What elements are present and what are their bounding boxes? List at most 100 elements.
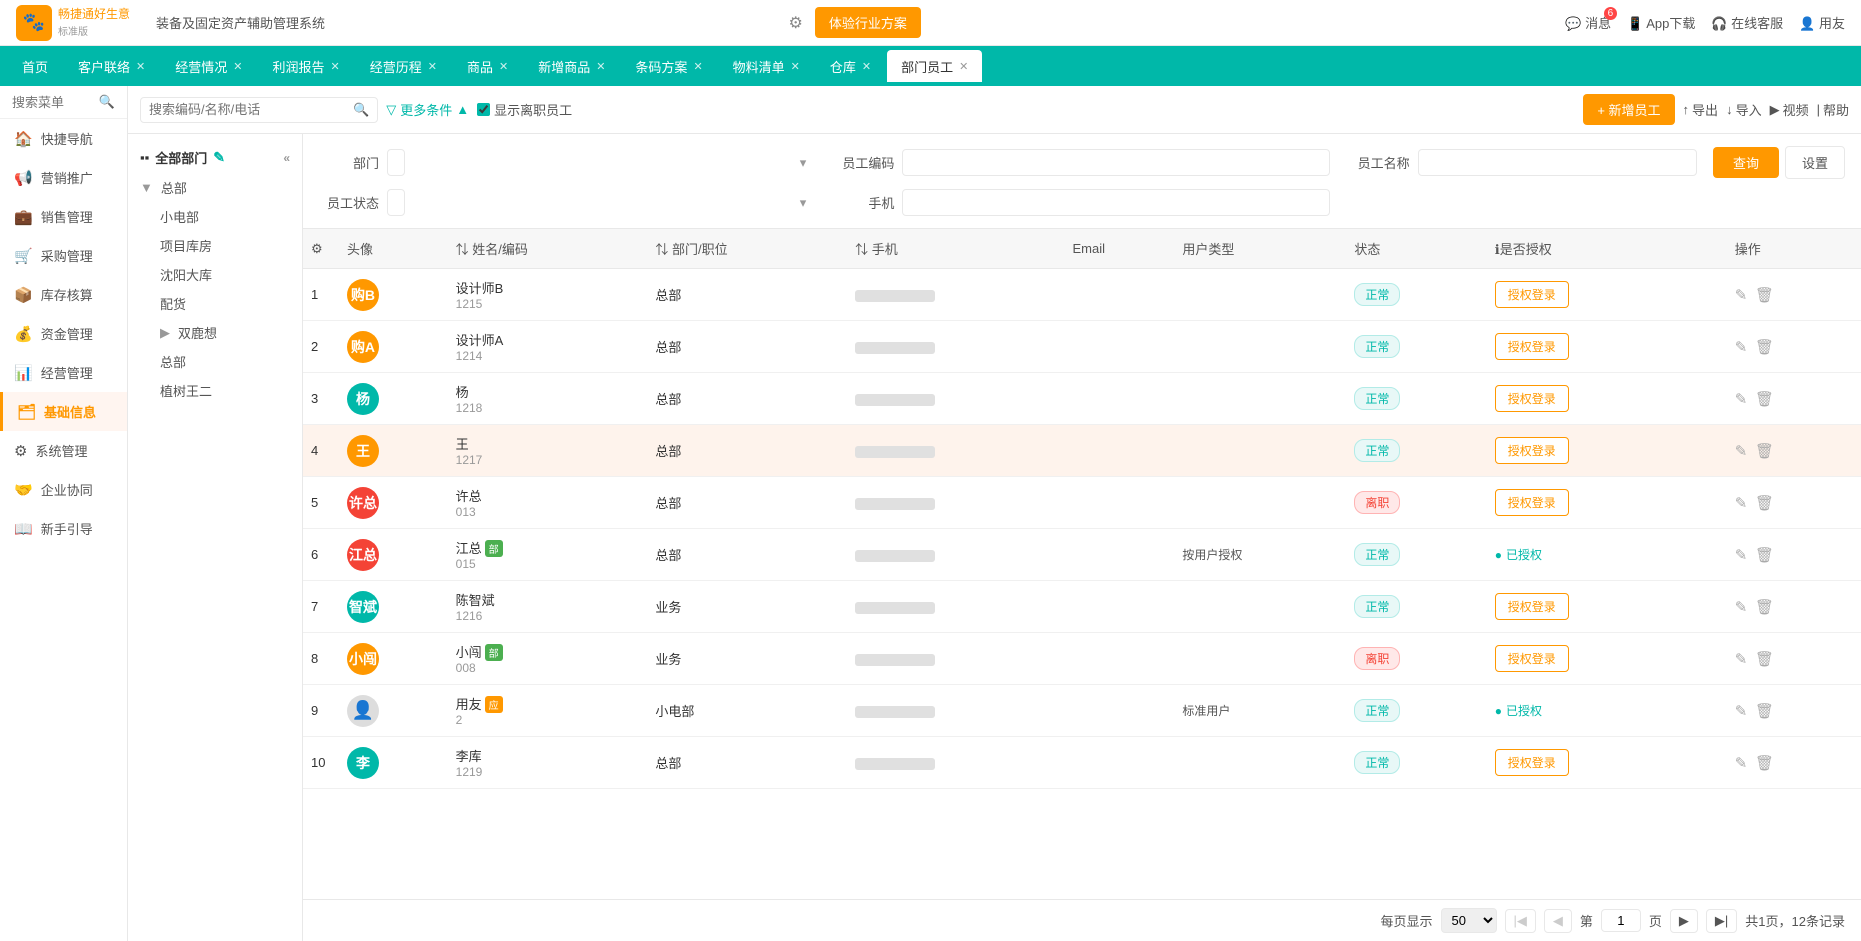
sidebar-item-sales[interactable]: 💼销售管理 xyxy=(0,197,127,236)
tab-history[interactable]: 经营历程 ✕ xyxy=(356,50,451,82)
dept-collapse-icon[interactable]: « xyxy=(283,151,290,165)
dept-node-shenyang[interactable]: 沈阳大库 xyxy=(128,260,302,289)
app-download-button[interactable]: 📱 App下载 xyxy=(1627,13,1695,32)
edit-button[interactable]: ✎ xyxy=(1735,495,1748,512)
next-page-button[interactable]: ▶ xyxy=(1670,909,1698,933)
edit-button[interactable]: ✎ xyxy=(1735,443,1748,460)
sidebar-item-purchase[interactable]: 🛒采购管理 xyxy=(0,236,127,275)
dept-node-xiaodianbu[interactable]: 小电部 xyxy=(128,202,302,231)
per-page-select[interactable]: 50 20 100 xyxy=(1441,908,1497,933)
import-button[interactable]: ↓ 导入 xyxy=(1726,100,1762,119)
dept-node-zhishu[interactable]: 植树王二 xyxy=(128,376,302,405)
delete-button[interactable]: 🗑 xyxy=(1755,599,1774,616)
sidebar-item-marketing[interactable]: 📢营销推广 xyxy=(0,158,127,197)
export-button[interactable]: ↑ 导出 xyxy=(1683,100,1719,119)
auth-login-button[interactable]: 授权登录 xyxy=(1495,333,1569,360)
video-button[interactable]: ▶ 视频 xyxy=(1770,100,1809,119)
delete-button[interactable]: 🗑 xyxy=(1755,391,1774,408)
delete-button[interactable]: 🗑 xyxy=(1755,755,1774,772)
edit-button[interactable]: ✎ xyxy=(1735,339,1748,356)
auth-login-button[interactable]: 授权登录 xyxy=(1495,281,1569,308)
tab-close-icon[interactable]: ✕ xyxy=(693,60,702,73)
col-dept[interactable]: ⇅ 部门/职位 xyxy=(647,229,847,269)
dept-select[interactable] xyxy=(387,149,405,176)
auth-login-button[interactable]: 授权登录 xyxy=(1495,645,1569,672)
empstatus-select[interactable] xyxy=(387,189,405,216)
sidebar-item-fastnav[interactable]: 🏠快捷导航 xyxy=(0,119,127,158)
tab-close-icon[interactable]: ✕ xyxy=(596,60,605,73)
delete-button[interactable]: 🗑 xyxy=(1755,339,1774,356)
delete-button[interactable]: 🗑 xyxy=(1755,651,1774,668)
edit-button[interactable]: ✎ xyxy=(1735,547,1748,564)
tab-bom[interactable]: 物料清单 ✕ xyxy=(719,50,814,82)
sidebar-item-guide[interactable]: 📖新手引导 xyxy=(0,509,127,548)
show-resigned-toggle[interactable]: 显示离职员工 xyxy=(477,100,572,119)
trial-button[interactable]: 体验行业方案 xyxy=(815,7,921,38)
dept-node-zongbu[interactable]: ▼总部 xyxy=(128,173,302,202)
delete-button[interactable]: 🗑 xyxy=(1755,495,1774,512)
delete-button[interactable]: 🗑 xyxy=(1755,547,1774,564)
user-button[interactable]: 👤 用友 xyxy=(1799,13,1845,32)
message-button[interactable]: 💬 消息 6 xyxy=(1565,13,1611,32)
sidebar-item-inventory[interactable]: 📦库存核算 xyxy=(0,275,127,314)
delete-button[interactable]: 🗑 xyxy=(1755,703,1774,720)
empname-input[interactable] xyxy=(1418,149,1697,176)
edit-button[interactable]: ✎ xyxy=(1735,755,1748,772)
sidebar-item-collab[interactable]: 🤝企业协同 xyxy=(0,470,127,509)
edit-button[interactable]: ✎ xyxy=(1735,651,1748,668)
tab-employees[interactable]: 部门员工 ✕ xyxy=(887,50,982,82)
show-resigned-checkbox[interactable] xyxy=(477,103,490,116)
sidebar-item-finance[interactable]: 💰资金管理 xyxy=(0,314,127,353)
sidebar-item-system[interactable]: ⚙系统管理 xyxy=(0,431,127,470)
last-page-button[interactable]: ▶| xyxy=(1706,909,1737,933)
col-phone[interactable]: ⇅ 手机 xyxy=(847,229,1064,269)
dept-node-peihuo[interactable]: 配货 xyxy=(128,289,302,318)
auth-login-button[interactable]: 授权登录 xyxy=(1495,489,1569,516)
edit-button[interactable]: ✎ xyxy=(1735,599,1748,616)
tab-warehouse[interactable]: 仓库 ✕ xyxy=(816,50,885,82)
tab-close-icon[interactable]: ✕ xyxy=(136,60,145,73)
more-filter-button[interactable]: ▽ 更多条件 ▲ xyxy=(386,100,469,119)
dept-node-shuanglu[interactable]: ▶双鹿想 xyxy=(128,318,302,347)
sidebar-search-input[interactable] xyxy=(12,95,95,110)
col-name[interactable]: ⇅ 姓名/编码 xyxy=(448,229,648,269)
table-settings-icon[interactable]: ⚙ xyxy=(311,241,323,256)
empcode-input[interactable] xyxy=(902,149,1329,176)
query-button[interactable]: 查询 xyxy=(1713,147,1779,178)
online-service-button[interactable]: 🎧 在线客服 xyxy=(1711,13,1783,32)
sidebar-item-mgmt[interactable]: 📊经营管理 xyxy=(0,353,127,392)
settings-icon[interactable]: ⚙ xyxy=(788,13,802,33)
delete-button[interactable]: 🗑 xyxy=(1755,443,1774,460)
tab-customer[interactable]: 客户联络 ✕ xyxy=(64,50,159,82)
tab-operations[interactable]: 经营情况 ✕ xyxy=(161,50,256,82)
phone-input[interactable] xyxy=(902,189,1329,216)
dept-edit-icon[interactable]: ✎ xyxy=(213,149,225,166)
tab-close-icon[interactable]: ✕ xyxy=(862,60,871,73)
auth-login-button[interactable]: 授权登录 xyxy=(1495,749,1569,776)
edit-button[interactable]: ✎ xyxy=(1735,703,1748,720)
reset-button[interactable]: 设置 xyxy=(1785,146,1845,179)
prev-page-button[interactable]: ◀ xyxy=(1544,909,1572,933)
add-employee-button[interactable]: + 新增员工 xyxy=(1583,94,1674,125)
tab-close-icon[interactable]: ✕ xyxy=(428,60,437,73)
first-page-button[interactable]: |◀ xyxy=(1505,909,1536,933)
tab-barcode[interactable]: 条码方案 ✕ xyxy=(621,50,716,82)
dept-node-zongbu2[interactable]: 总部 xyxy=(128,347,302,376)
auth-login-button[interactable]: 授权登录 xyxy=(1495,385,1569,412)
auth-login-button[interactable]: 授权登录 xyxy=(1495,437,1569,464)
tab-close-icon[interactable]: ✕ xyxy=(791,60,800,73)
page-input[interactable] xyxy=(1601,909,1641,932)
tab-profit[interactable]: 利润报告 ✕ xyxy=(258,50,353,82)
tab-close-icon[interactable]: ✕ xyxy=(499,60,508,73)
edit-button[interactable]: ✎ xyxy=(1735,391,1748,408)
tab-close-icon[interactable]: ✕ xyxy=(233,60,242,73)
tab-close-icon[interactable]: ✕ xyxy=(331,60,340,73)
auth-login-button[interactable]: 授权登录 xyxy=(1495,593,1569,620)
tab-goods[interactable]: 商品 ✕ xyxy=(453,50,522,82)
tab-new-goods[interactable]: 新增商品 ✕ xyxy=(524,50,619,82)
search-input[interactable] xyxy=(149,102,349,117)
delete-button[interactable]: 🗑 xyxy=(1755,287,1774,304)
edit-button[interactable]: ✎ xyxy=(1735,287,1748,304)
sidebar-item-basic[interactable]: 🗂基础信息 xyxy=(0,392,127,431)
tab-close-icon-active[interactable]: ✕ xyxy=(959,60,968,73)
